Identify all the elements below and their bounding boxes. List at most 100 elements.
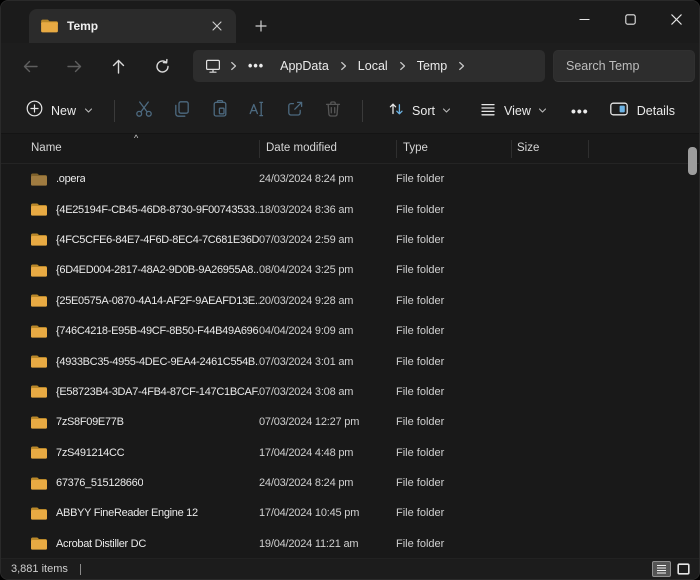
tab-temp[interactable]: Temp bbox=[29, 9, 236, 43]
up-icon[interactable] bbox=[103, 51, 133, 81]
caption-buttons bbox=[561, 1, 699, 37]
status-bar: 3,881 items bbox=[1, 558, 699, 579]
file-type: File folder bbox=[396, 264, 510, 276]
ellipsis-icon: ••• bbox=[571, 103, 589, 119]
column-separator[interactable] bbox=[588, 140, 589, 158]
details-pane-icon bbox=[609, 99, 629, 124]
view-button[interactable]: View bbox=[469, 95, 557, 127]
plus-circle-icon bbox=[26, 100, 43, 122]
file-row[interactable]: ABBYY FineReader Engine 12 17/04/2024 10… bbox=[1, 498, 699, 528]
column-separator[interactable] bbox=[396, 140, 397, 158]
toolbar-divider bbox=[362, 100, 363, 122]
file-list: .opera 24/03/2024 8:24 pm File folder {4… bbox=[1, 164, 699, 558]
file-type: File folder bbox=[396, 234, 510, 246]
file-row[interactable]: 7zS491214CC 17/04/2024 4:48 pm File fold… bbox=[1, 438, 699, 468]
file-type: File folder bbox=[396, 204, 510, 216]
column-header-type[interactable]: Type bbox=[403, 142, 428, 154]
breadcrumb-overflow-icon[interactable]: ••• bbox=[240, 56, 272, 76]
folder-icon bbox=[31, 233, 47, 246]
breadcrumb-local[interactable]: Local bbox=[350, 56, 396, 76]
file-row[interactable]: .opera 24/03/2024 8:24 pm File folder bbox=[1, 164, 699, 194]
new-tab-button[interactable] bbox=[248, 13, 274, 39]
file-row[interactable]: {25E0575A-0870-4A14-AF2F-9AEAFD13E... 20… bbox=[1, 286, 699, 316]
file-type: File folder bbox=[396, 356, 510, 368]
thumbnail-view-toggle[interactable] bbox=[674, 561, 693, 577]
file-row[interactable]: 7zS8F09E77B 07/03/2024 12:27 pm File fol… bbox=[1, 407, 699, 437]
file-row[interactable]: {4E25194F-CB45-46D8-8730-9F00743533... 1… bbox=[1, 194, 699, 224]
file-name: {6D4ED004-2817-48A2-9D0B-9A26955A8... bbox=[56, 264, 259, 276]
view-button-label: View bbox=[504, 104, 531, 118]
tab-close-icon[interactable] bbox=[206, 15, 228, 37]
breadcrumb-temp[interactable]: Temp bbox=[409, 56, 456, 76]
rename-button[interactable] bbox=[241, 95, 275, 127]
file-name: 7zS8F09E77B bbox=[56, 416, 124, 428]
file-name: {E58723B4-3DA7-4FB4-87CF-147C1BCAF... bbox=[56, 386, 259, 398]
column-separator[interactable] bbox=[259, 140, 260, 158]
folder-icon bbox=[31, 325, 47, 338]
details-view-toggle[interactable] bbox=[652, 561, 671, 577]
new-button-label: New bbox=[51, 104, 76, 118]
file-date-modified: 24/03/2024 8:24 pm bbox=[259, 477, 396, 489]
details-pane-button[interactable]: Details bbox=[599, 95, 685, 127]
breadcrumb-appdata[interactable]: AppData bbox=[272, 56, 337, 76]
chevron-down-icon bbox=[442, 102, 451, 120]
status-divider bbox=[80, 564, 81, 575]
sort-button[interactable]: Sort bbox=[377, 95, 461, 127]
file-row[interactable]: {E58723B4-3DA7-4FB4-87CF-147C1BCAF... 07… bbox=[1, 377, 699, 407]
file-date-modified: 07/03/2024 3:08 am bbox=[259, 386, 396, 398]
file-row[interactable]: {6D4ED004-2817-48A2-9D0B-9A26955A8... 08… bbox=[1, 255, 699, 285]
column-headers: ^ Name Date modified Type Size bbox=[1, 134, 699, 164]
chevron-right-icon bbox=[337, 61, 350, 71]
column-header-name[interactable]: Name bbox=[31, 142, 62, 154]
chevron-down-icon bbox=[84, 102, 93, 120]
file-name: ABBYY FineReader Engine 12 bbox=[56, 507, 198, 519]
address-bar[interactable]: ••• AppData Local Temp bbox=[193, 50, 545, 82]
navigation-bar: ••• AppData Local Temp bbox=[1, 43, 699, 89]
file-date-modified: 08/04/2024 3:25 pm bbox=[259, 264, 396, 276]
folder-icon bbox=[31, 416, 47, 429]
sort-arrows-icon bbox=[387, 100, 405, 123]
search-input[interactable] bbox=[554, 59, 694, 73]
file-date-modified: 20/03/2024 9:28 am bbox=[259, 295, 396, 307]
titlebar: Temp bbox=[1, 1, 699, 43]
copy-button[interactable] bbox=[165, 95, 199, 127]
sort-ascending-icon: ^ bbox=[134, 134, 138, 143]
minimize-button[interactable] bbox=[561, 1, 607, 37]
sort-button-label: Sort bbox=[412, 104, 435, 118]
details-button-label: Details bbox=[637, 104, 675, 118]
file-type: File folder bbox=[396, 507, 510, 519]
refresh-icon[interactable] bbox=[147, 51, 177, 81]
folder-icon bbox=[31, 173, 47, 186]
file-row[interactable]: Acrobat Distiller DC 19/04/2024 11:21 am… bbox=[1, 529, 699, 558]
more-options-button[interactable]: ••• bbox=[563, 95, 597, 127]
back-icon[interactable] bbox=[15, 51, 45, 81]
new-button[interactable]: New bbox=[15, 95, 104, 127]
command-toolbar: New bbox=[1, 89, 699, 134]
paste-button[interactable] bbox=[203, 95, 237, 127]
view-toggles bbox=[652, 561, 693, 577]
file-row[interactable]: {4FC5CFE6-84E7-4F6D-8EC4-7C681E36D... 07… bbox=[1, 225, 699, 255]
forward-icon[interactable] bbox=[59, 51, 89, 81]
file-type: File folder bbox=[396, 386, 510, 398]
file-name: {4FC5CFE6-84E7-4F6D-8EC4-7C681E36D... bbox=[56, 234, 259, 246]
search-box bbox=[553, 50, 695, 82]
this-pc-icon[interactable] bbox=[199, 58, 227, 74]
share-button[interactable] bbox=[278, 95, 312, 127]
column-separator[interactable] bbox=[511, 140, 512, 158]
vertical-scrollbar[interactable] bbox=[688, 147, 697, 175]
file-date-modified: 24/03/2024 8:24 pm bbox=[259, 173, 396, 185]
toolbar-divider bbox=[114, 100, 115, 122]
file-type: File folder bbox=[396, 416, 510, 428]
close-button[interactable] bbox=[653, 1, 699, 37]
delete-button[interactable] bbox=[316, 95, 350, 127]
file-row[interactable]: 67376_515128660 24/03/2024 8:24 pm File … bbox=[1, 468, 699, 498]
column-header-date-modified[interactable]: Date modified bbox=[266, 142, 337, 154]
cut-button[interactable] bbox=[127, 95, 161, 127]
file-row[interactable]: {746C4218-E95B-49CF-8B50-F44B49A696... 0… bbox=[1, 316, 699, 346]
folder-icon bbox=[31, 203, 47, 216]
folder-icon bbox=[31, 355, 47, 368]
copy-icon bbox=[172, 99, 192, 124]
file-row[interactable]: {4933BC35-4955-4DEC-9EA4-2461C554B... 07… bbox=[1, 346, 699, 376]
maximize-button[interactable] bbox=[607, 1, 653, 37]
column-header-size[interactable]: Size bbox=[517, 142, 539, 154]
